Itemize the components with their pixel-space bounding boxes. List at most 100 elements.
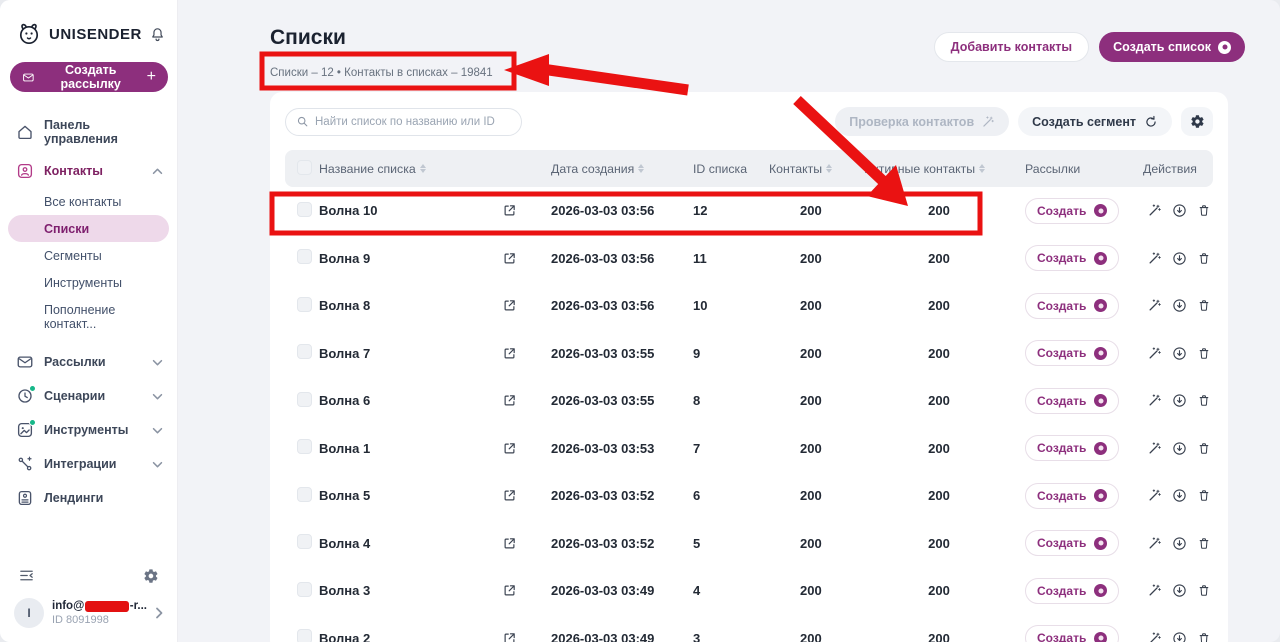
row-checkbox[interactable]: [297, 344, 312, 360]
row-check-contacts-wand-icon[interactable]: [1147, 346, 1162, 361]
row-delete-trash-icon[interactable]: [1197, 536, 1211, 551]
sidebar-item-campaigns[interactable]: Рассылки: [0, 345, 177, 379]
row-export-download-icon[interactable]: [1172, 488, 1187, 503]
list-name[interactable]: Волна 6: [319, 393, 370, 408]
select-all-checkbox[interactable]: [297, 159, 312, 175]
row-delete-trash-icon[interactable]: [1197, 203, 1211, 218]
collapse-sidebar-icon[interactable]: [18, 567, 35, 584]
list-name[interactable]: Волна 2: [319, 631, 370, 642]
column-header-created[interactable]: Дата создания: [551, 162, 693, 176]
row-checkbox[interactable]: [297, 296, 312, 312]
create-campaign-for-list-button[interactable]: Создать: [1025, 245, 1120, 272]
sidebar-subitem-refill-contacts[interactable]: Пополнение контакт...: [0, 296, 177, 337]
row-checkbox[interactable]: [297, 534, 312, 550]
row-check-contacts-wand-icon[interactable]: [1147, 631, 1162, 642]
row-checkbox[interactable]: [297, 249, 312, 265]
list-name[interactable]: Волна 9: [319, 251, 370, 266]
row-delete-trash-icon[interactable]: [1197, 488, 1211, 503]
create-campaign-for-list-button[interactable]: Создать: [1025, 530, 1120, 557]
settings-gear-icon[interactable]: [143, 568, 159, 584]
row-export-download-icon[interactable]: [1172, 441, 1187, 456]
row-checkbox[interactable]: [297, 201, 312, 217]
table-settings-button[interactable]: [1181, 107, 1213, 136]
list-name[interactable]: Волна 10: [319, 203, 377, 218]
row-checkbox[interactable]: [297, 629, 312, 642]
open-list-external-link-icon[interactable]: [502, 583, 517, 598]
open-list-external-link-icon[interactable]: [502, 536, 517, 551]
open-list-external-link-icon[interactable]: [502, 346, 517, 361]
open-list-external-link-icon[interactable]: [502, 488, 517, 503]
row-export-download-icon[interactable]: [1172, 536, 1187, 551]
open-list-external-link-icon[interactable]: [502, 203, 517, 218]
create-campaign-for-list-button[interactable]: Создать: [1025, 197, 1120, 224]
row-check-contacts-wand-icon[interactable]: [1147, 298, 1162, 313]
sidebar-subitem-all-contacts[interactable]: Все контакты: [0, 188, 177, 215]
create-campaign-for-list-button[interactable]: Создать: [1025, 292, 1120, 319]
list-name[interactable]: Волна 7: [319, 346, 370, 361]
open-list-external-link-icon[interactable]: [502, 251, 517, 266]
create-campaign-for-list-button[interactable]: Создать: [1025, 482, 1120, 509]
notifications-bell-icon[interactable]: [149, 26, 166, 43]
list-name[interactable]: Волна 3: [319, 583, 370, 598]
row-export-download-icon[interactable]: [1172, 251, 1187, 266]
list-name[interactable]: Волна 1: [319, 441, 370, 456]
search-box[interactable]: [285, 107, 522, 136]
column-header-name[interactable]: Название списка: [319, 162, 551, 176]
row-checkbox[interactable]: [297, 581, 312, 597]
row-delete-trash-icon[interactable]: [1197, 441, 1211, 456]
column-header-id[interactable]: ID списка: [693, 162, 769, 176]
create-segment-button[interactable]: Создать сегмент: [1018, 107, 1172, 136]
row-check-contacts-wand-icon[interactable]: [1147, 393, 1162, 408]
create-campaign-for-list-button[interactable]: Создать: [1025, 387, 1120, 414]
sidebar-item-contacts[interactable]: Контакты: [0, 154, 177, 188]
column-header-contacts[interactable]: Контакты: [769, 162, 865, 176]
row-delete-trash-icon[interactable]: [1197, 251, 1211, 266]
sidebar-item-tools[interactable]: Инструменты: [0, 413, 177, 447]
create-campaign-for-list-button[interactable]: Создать: [1025, 340, 1120, 367]
account-menu[interactable]: I info@ -r... ID 8091998: [14, 598, 163, 628]
search-input[interactable]: [315, 115, 511, 128]
row-export-download-icon[interactable]: [1172, 298, 1187, 313]
row-check-contacts-wand-icon[interactable]: [1147, 251, 1162, 266]
list-name[interactable]: Волна 5: [319, 488, 370, 503]
row-checkbox[interactable]: [297, 391, 312, 407]
list-name[interactable]: Волна 4: [319, 536, 370, 551]
check-contacts-button[interactable]: Проверка контактов: [835, 107, 1010, 136]
create-campaign-for-list-button[interactable]: Создать: [1025, 625, 1120, 642]
row-check-contacts-wand-icon[interactable]: [1147, 583, 1162, 598]
row-export-download-icon[interactable]: [1172, 631, 1187, 642]
open-list-external-link-icon[interactable]: [502, 441, 517, 456]
sidebar-item-integrations[interactable]: Интеграции: [0, 447, 177, 481]
row-delete-trash-icon[interactable]: [1197, 631, 1211, 642]
sidebar-subitem-tools[interactable]: Инструменты: [0, 269, 177, 296]
row-check-contacts-wand-icon[interactable]: [1147, 203, 1162, 218]
sidebar-item-scenarios[interactable]: Сценарии: [0, 379, 177, 413]
row-checkbox[interactable]: [297, 439, 312, 455]
row-export-download-icon[interactable]: [1172, 393, 1187, 408]
open-list-external-link-icon[interactable]: [502, 631, 517, 642]
add-contacts-button[interactable]: Добавить контакты: [933, 32, 1090, 62]
list-name[interactable]: Волна 8: [319, 298, 370, 313]
sidebar-item-landings[interactable]: Лендинги: [0, 481, 177, 515]
create-campaign-button[interactable]: Создать рассылку +: [10, 62, 168, 92]
open-list-external-link-icon[interactable]: [502, 393, 517, 408]
row-check-contacts-wand-icon[interactable]: [1147, 488, 1162, 503]
row-delete-trash-icon[interactable]: [1197, 298, 1211, 313]
create-campaign-for-list-button[interactable]: Создать: [1025, 435, 1120, 462]
row-export-download-icon[interactable]: [1172, 346, 1187, 361]
sidebar-subitem-lists[interactable]: Списки: [8, 215, 169, 242]
row-delete-trash-icon[interactable]: [1197, 583, 1211, 598]
row-delete-trash-icon[interactable]: [1197, 393, 1211, 408]
row-checkbox[interactable]: [297, 486, 312, 502]
row-check-contacts-wand-icon[interactable]: [1147, 536, 1162, 551]
create-campaign-for-list-button[interactable]: Создать: [1025, 577, 1120, 604]
row-export-download-icon[interactable]: [1172, 203, 1187, 218]
row-check-contacts-wand-icon[interactable]: [1147, 441, 1162, 456]
create-list-button[interactable]: Создать список: [1099, 32, 1245, 62]
row-delete-trash-icon[interactable]: [1197, 346, 1211, 361]
column-header-active-contacts[interactable]: Активные контакты: [865, 162, 1025, 176]
sidebar-subitem-segments[interactable]: Сегменты: [0, 242, 177, 269]
row-export-download-icon[interactable]: [1172, 583, 1187, 598]
open-list-external-link-icon[interactable]: [502, 298, 517, 313]
sidebar-item-dashboard[interactable]: Панель управления: [0, 110, 177, 154]
